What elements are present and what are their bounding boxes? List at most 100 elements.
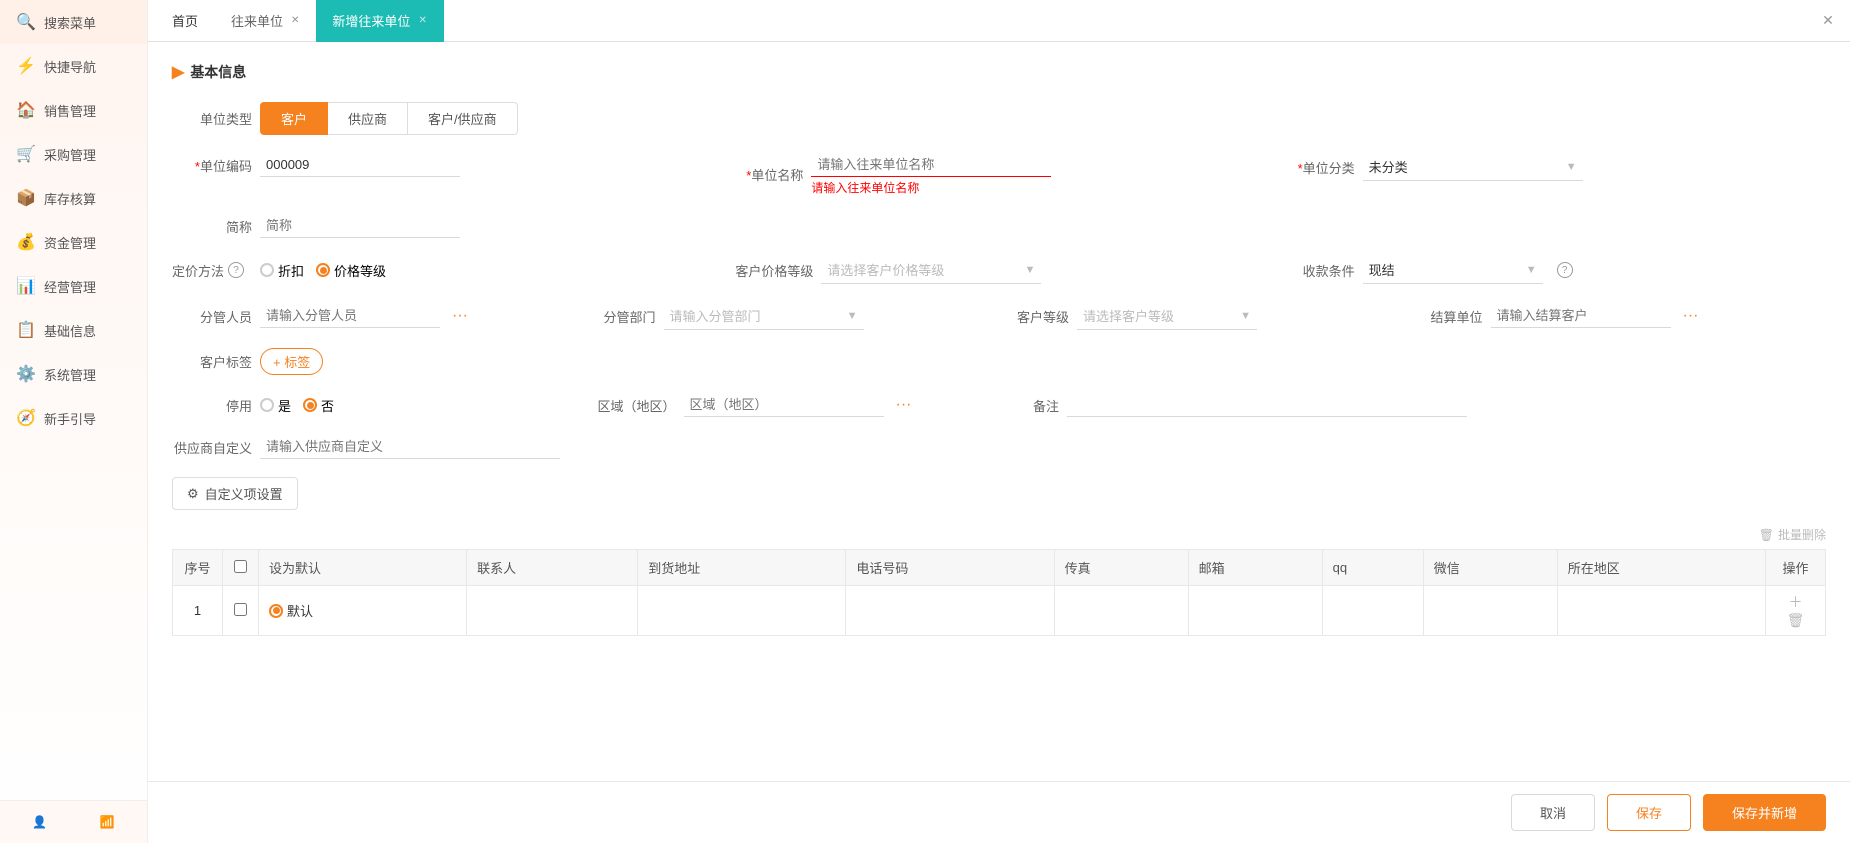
section-title: ▶ 基本信息 bbox=[172, 62, 1826, 82]
tab-new-unit-close[interactable]: ✕ bbox=[418, 15, 426, 26]
sidebar-item-sales[interactable]: 🏠 销售管理 bbox=[0, 88, 147, 132]
manager-label: 分管人员 bbox=[172, 307, 252, 326]
sidebar-item-quicknav[interactable]: ⚡ 快捷导航 bbox=[0, 44, 147, 88]
sidebar-item-label: 采购管理 bbox=[44, 145, 96, 164]
chevron-down-icon: ▼ bbox=[1566, 161, 1577, 173]
unit-name-input[interactable] bbox=[811, 153, 1051, 177]
col-qq: qq bbox=[1322, 550, 1423, 586]
sidebar-item-purchase[interactable]: 🛒 采购管理 bbox=[0, 132, 147, 176]
remark-input[interactable] bbox=[1067, 393, 1467, 417]
unit-name-error: 请输入往来单位名称 bbox=[811, 179, 1051, 196]
contacts-table: 序号 设为默认 联系人 到货地址 电话号码 传真 邮箱 qq 微信 所在地区 操… bbox=[172, 549, 1826, 636]
price-level-select[interactable]: 请选择客户价格等级 ▼ bbox=[821, 256, 1041, 284]
sidebar-item-search[interactable]: 🔍 搜索菜单 bbox=[0, 0, 147, 44]
no-dot bbox=[307, 402, 314, 409]
unit-type-label: 单位类型 bbox=[172, 109, 252, 128]
unit-type-supplier-btn[interactable]: 供应商 bbox=[328, 102, 408, 135]
sidebar-item-operations[interactable]: 📊 经营管理 bbox=[0, 264, 147, 308]
customer-level-select[interactable]: 请选择客户等级 ▼ bbox=[1077, 302, 1257, 330]
payment-help-icon[interactable]: ? bbox=[1557, 262, 1573, 278]
pricing-method-label: 定价方法 ? bbox=[172, 261, 252, 280]
tab-units[interactable]: 往来单位 ✕ bbox=[215, 0, 316, 42]
settlement-input[interactable] bbox=[1491, 304, 1671, 328]
tag-row: 客户标签 + 标签 bbox=[172, 348, 1826, 375]
supplier-custom-label: 供应商自定义 bbox=[172, 438, 252, 457]
region-more-btn[interactable]: ··· bbox=[896, 396, 912, 414]
unit-type-both-btn[interactable]: 客户/供应商 bbox=[408, 102, 518, 135]
unit-type-field: 单位类型 客户 供应商 客户/供应商 bbox=[172, 102, 1826, 135]
sidebar-item-finance[interactable]: 💰 资金管理 bbox=[0, 220, 147, 264]
sidebar-item-system[interactable]: ⚙️ 系统管理 bbox=[0, 352, 147, 396]
section-icon: ▶ bbox=[172, 62, 184, 82]
row-checkbox[interactable] bbox=[234, 603, 247, 616]
manager-more-btn[interactable]: ··· bbox=[452, 307, 468, 325]
select-all-checkbox[interactable] bbox=[234, 560, 247, 573]
batch-delete-label[interactable]: 批量删除 bbox=[1778, 526, 1826, 543]
row-default-label: 默认 bbox=[287, 601, 313, 620]
manager-input[interactable] bbox=[260, 304, 440, 328]
tab-new-unit-label: 新增往来单位 bbox=[332, 11, 410, 30]
table-body: 1 默认 bbox=[173, 586, 1826, 636]
save-button[interactable]: 保存 bbox=[1607, 794, 1691, 831]
row-phone bbox=[846, 586, 1054, 636]
sidebar-item-inventory[interactable]: 📦 库存核算 bbox=[0, 176, 147, 220]
abbreviation-input[interactable] bbox=[260, 214, 460, 238]
sidebar-settings-btn[interactable]: 📶 bbox=[76, 809, 140, 835]
disabled-yes-radio[interactable]: 是 bbox=[260, 396, 291, 415]
content-area: ▶ 基本信息 单位类型 客户 供应商 客户/供应商 *单位编码 bbox=[148, 42, 1850, 781]
add-tag-button[interactable]: + 标签 bbox=[260, 348, 323, 375]
sidebar-item-basic[interactable]: 📋 基础信息 bbox=[0, 308, 147, 352]
save-new-button[interactable]: 保存并新增 bbox=[1703, 794, 1826, 831]
unit-type-row: 单位类型 客户 供应商 客户/供应商 bbox=[172, 102, 1826, 135]
remark-field: 备注 bbox=[999, 393, 1826, 417]
pricing-level-radio[interactable]: 价格等级 bbox=[316, 261, 386, 280]
tab-home[interactable]: 首页 bbox=[156, 0, 215, 42]
sidebar-item-label: 系统管理 bbox=[44, 365, 96, 384]
unit-category-field: *单位分类 未分类 ▼ bbox=[1275, 153, 1826, 181]
disabled-label: 停用 bbox=[172, 396, 252, 415]
cancel-button[interactable]: 取消 bbox=[1511, 794, 1595, 831]
row-add-icon[interactable]: ＋ bbox=[1789, 594, 1803, 610]
level-dot bbox=[320, 267, 327, 274]
pricing-discount-radio[interactable]: 折扣 bbox=[260, 261, 304, 280]
unit-type-customer-btn[interactable]: 客户 bbox=[260, 102, 328, 135]
row-delete-icon[interactable]: 🗑 bbox=[1787, 612, 1805, 628]
tab-units-close[interactable]: ✕ bbox=[291, 15, 299, 26]
col-email: 邮箱 bbox=[1188, 550, 1322, 586]
row-wechat bbox=[1423, 586, 1557, 636]
supplier-custom-row: 供应商自定义 bbox=[172, 435, 1826, 459]
sidebar-collapse-btn[interactable]: 👤 bbox=[8, 809, 72, 835]
payment-terms-select[interactable]: 现结 ▼ bbox=[1363, 256, 1543, 284]
tab-bar-close-btn[interactable]: ✕ bbox=[1814, 7, 1842, 35]
abbreviation-field: 简称 bbox=[172, 214, 460, 238]
unit-category-label: *单位分类 bbox=[1275, 158, 1355, 177]
region-input[interactable] bbox=[684, 393, 884, 417]
supplier-custom-input[interactable] bbox=[260, 435, 560, 459]
sidebar-item-guide[interactable]: 🧭 新手引导 bbox=[0, 396, 147, 440]
sidebar-item-label: 新手引导 bbox=[44, 409, 96, 428]
unit-name-label: *单位名称 bbox=[723, 165, 803, 184]
unit-type-group: 客户 供应商 客户/供应商 bbox=[260, 102, 518, 135]
disabled-no-radio[interactable]: 否 bbox=[303, 396, 334, 415]
price-level-field: 客户价格等级 请选择客户价格等级 ▼ bbox=[723, 256, 1274, 284]
row-default-radio[interactable]: 默认 bbox=[269, 601, 456, 620]
settlement-field: 结算单位 ··· bbox=[1413, 304, 1827, 328]
search-icon: 🔍 bbox=[16, 12, 36, 32]
settlement-label: 结算单位 bbox=[1413, 307, 1483, 326]
action-bar: 取消 保存 保存并新增 bbox=[148, 781, 1850, 843]
tab-new-unit[interactable]: 新增往来单位 ✕ bbox=[316, 0, 443, 42]
pricing-help-icon[interactable]: ? bbox=[228, 262, 244, 278]
pricing-row: 定价方法 ? 折扣 价格等级 bbox=[172, 256, 1826, 284]
row-area bbox=[1557, 586, 1765, 636]
customize-settings-btn[interactable]: ⚙ 自定义项设置 bbox=[172, 477, 298, 510]
unit-code-label: *单位编码 bbox=[172, 156, 252, 175]
col-default: 设为默认 bbox=[259, 550, 467, 586]
sidebar-item-label: 库存核算 bbox=[44, 189, 96, 208]
department-select[interactable]: 请输入分管部门 ▼ bbox=[664, 302, 864, 330]
batch-delete-area: 🗑 批量删除 bbox=[172, 526, 1826, 543]
finance-icon: 💰 bbox=[16, 232, 36, 252]
unit-code-input[interactable] bbox=[260, 153, 460, 177]
unit-category-select[interactable]: 未分类 ▼ bbox=[1363, 153, 1583, 181]
settlement-more-btn[interactable]: ··· bbox=[1683, 307, 1699, 325]
customize-btn-label: 自定义项设置 bbox=[205, 484, 283, 503]
